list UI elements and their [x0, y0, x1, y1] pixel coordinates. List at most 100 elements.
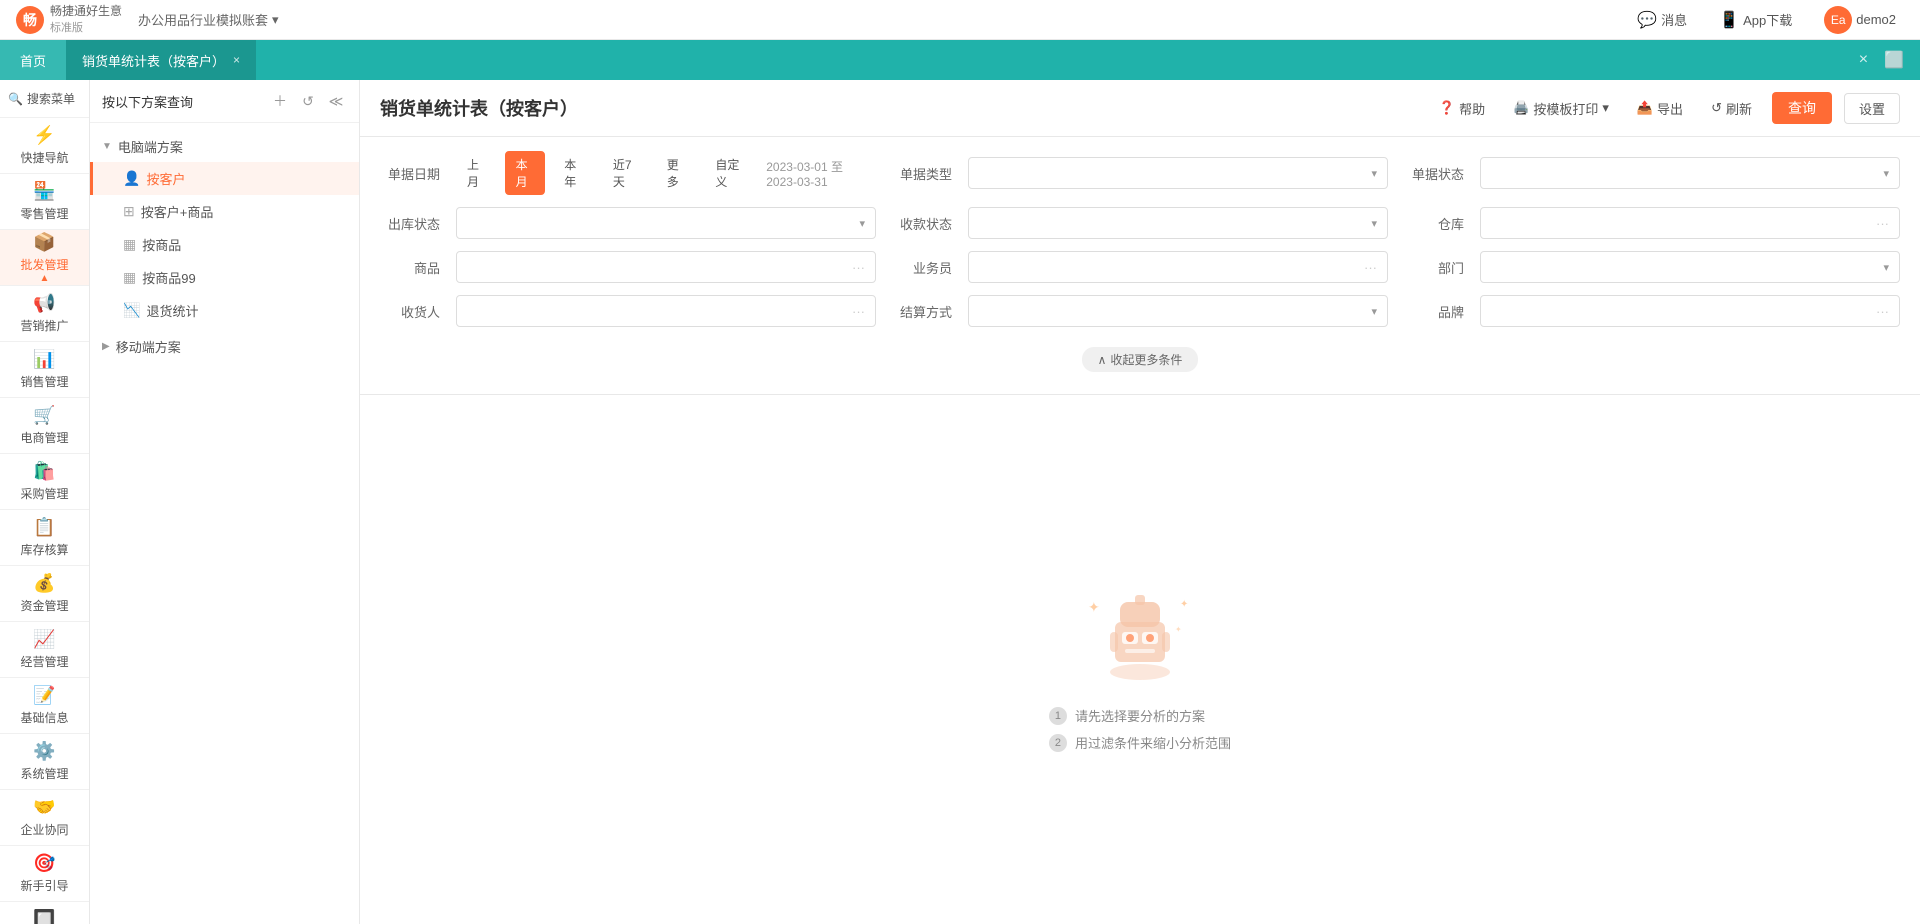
app-selector[interactable]: 办公用品行业模拟账套 ▾: [130, 6, 287, 33]
scheme-refresh-btn[interactable]: ↺: [297, 90, 319, 112]
tree-group-desktop-header[interactable]: ▼ 电脑端方案: [90, 131, 359, 162]
purchase-icon: 🛍️: [33, 461, 55, 482]
tab-home[interactable]: 首页: [0, 40, 66, 80]
app-download-btn[interactable]: 📱 App下载: [1711, 6, 1800, 34]
out-status-dropdown[interactable]: ▾: [456, 207, 876, 239]
tab-bar-actions: × ⬜: [1855, 46, 1920, 74]
tip-num-2: 2: [1049, 734, 1067, 752]
salesperson-input[interactable]: ···: [968, 251, 1388, 283]
template-print-btn[interactable]: 🖨️ 按模板打印 ▾: [1505, 95, 1617, 122]
doc-status-control: ▾: [1480, 157, 1900, 189]
sidebar-item-basic[interactable]: 📝 基础信息: [0, 678, 89, 734]
scheme-add-btn[interactable]: ＋: [269, 90, 291, 112]
date-more-btn[interactable]: 更多: [656, 151, 697, 195]
message-btn[interactable]: 💬 消息: [1629, 6, 1695, 34]
sidebar-item-retail[interactable]: 🏪 零售管理: [0, 174, 89, 230]
filter-row-1: 单据日期 上月 本月 本年 近7天 更多 自定义 2023-03-01 至 20…: [380, 151, 1900, 195]
tree-item-by-customer-product[interactable]: ⊞ 按客户+商品: [90, 195, 359, 228]
refresh-btn[interactable]: ↺ 刷新: [1703, 95, 1760, 122]
tree-item-by-customer[interactable]: 👤 按客户: [90, 162, 359, 195]
department-dropdown[interactable]: ▾: [1480, 251, 1900, 283]
doc-type-arrow-icon: ▾: [1371, 167, 1377, 180]
product-dots-icon: ···: [852, 260, 865, 275]
content-area: 按以下方案查询 ＋ ↺ ≪ ▼ 电脑端方案: [90, 80, 1920, 924]
page-title: 销货单统计表（按客户）: [380, 95, 578, 121]
apps-icon: 🔲: [33, 909, 55, 924]
message-icon: 💬: [1637, 10, 1657, 30]
brand-label: 品牌: [1404, 302, 1464, 321]
sidebar-item-enterprise[interactable]: 🤝 企业协同: [0, 790, 89, 846]
brand-dots-icon: ···: [1876, 304, 1889, 319]
tab-maximize-btn[interactable]: ⬜: [1880, 46, 1908, 74]
date-custom-btn[interactable]: 自定义: [704, 151, 754, 195]
desktop-group-label: 电脑端方案: [118, 137, 183, 156]
tab-active[interactable]: 销货单统计表（按客户） ×: [66, 40, 256, 80]
date-last-month-btn[interactable]: 上月: [456, 151, 497, 195]
sidebar-search[interactable]: 🔍 搜索菜单: [0, 80, 89, 118]
sidebar-item-inventory[interactable]: 📋 库存核算: [0, 510, 89, 566]
sidebar-item-finance[interactable]: 💰 资金管理: [0, 566, 89, 622]
sidebar-item-wholesale[interactable]: 📦 批发管理 ▲: [0, 230, 89, 286]
consignee-dots-icon: ···: [852, 304, 865, 319]
product99-icon: ▦: [123, 269, 136, 286]
customer-product-icon: ⊞: [123, 203, 135, 220]
newbie-icon: 🎯: [33, 853, 55, 874]
avatar: Ea: [1824, 6, 1852, 34]
settlement-control: ▾: [968, 295, 1388, 327]
tree-item-by-product[interactable]: ▦ 按商品: [90, 228, 359, 261]
mobile-toggle-icon: ▶: [102, 341, 110, 352]
sidebar-item-operations[interactable]: 📈 经营管理: [0, 622, 89, 678]
brand-input[interactable]: ···: [1480, 295, 1900, 327]
collapse-up-icon: ∧: [1098, 353, 1107, 367]
empty-tips: 1 请先选择要分析的方案 2 用过滤条件来缩小分析范围: [1049, 706, 1231, 752]
user-menu-btn[interactable]: Ea demo2: [1816, 2, 1904, 38]
consignee-input[interactable]: ···: [456, 295, 876, 327]
date-7days-btn[interactable]: 近7天: [602, 151, 648, 195]
tree-item-by-product99[interactable]: ▦ 按商品99: [90, 261, 359, 294]
empty-tip-1: 1 请先选择要分析的方案: [1049, 706, 1231, 725]
settings-btn[interactable]: 设置: [1844, 93, 1900, 124]
sidebar-item-quicknav[interactable]: ⚡ 快捷导航: [0, 118, 89, 174]
sidebar-item-system[interactable]: ⚙️ 系统管理: [0, 734, 89, 790]
top-header: 畅 畅捷通好生意 标准版 办公用品行业模拟账套 ▾ 💬 消息 📱 App下载 E…: [0, 0, 1920, 40]
sidebar-item-sales[interactable]: 📊 销售管理: [0, 342, 89, 398]
tab-close-btn[interactable]: ×: [233, 53, 240, 67]
date-filter: 上月 本月 本年 近7天 更多 自定义 2023-03-01 至 2023-03…: [456, 151, 876, 195]
query-btn[interactable]: 查询: [1772, 92, 1832, 124]
sales-icon: 📊: [33, 349, 55, 370]
sidebar-item-ecommerce[interactable]: 🛒 电商管理: [0, 398, 89, 454]
scheme-panel-header: 按以下方案查询 ＋ ↺ ≪: [90, 80, 359, 123]
page-header: 销货单统计表（按客户） ❓ 帮助 🖨️ 按模板打印 ▾ 📤 导出: [360, 80, 1920, 137]
doc-type-dropdown[interactable]: ▾: [968, 157, 1388, 189]
basic-icon: 📝: [33, 685, 55, 706]
tree-item-return-stats[interactable]: 📉 退货统计: [90, 294, 359, 327]
collapse-icon: ≪: [329, 93, 344, 110]
salesperson-dots-icon: ···: [1364, 260, 1377, 275]
date-label: 单据日期: [380, 164, 440, 183]
scheme-collapse-btn[interactable]: ≪: [325, 90, 347, 112]
salesperson-label: 业务员: [892, 258, 952, 277]
out-status-label: 出库状态: [380, 214, 440, 233]
sidebar-item-newbie[interactable]: 🎯 新手引导: [0, 846, 89, 902]
tip-num-1: 1: [1049, 707, 1067, 725]
collapse-btn[interactable]: ∧ 收起更多条件: [1082, 347, 1199, 372]
product-control: ···: [456, 251, 876, 283]
system-icon: ⚙️: [33, 741, 55, 762]
doc-status-arrow-icon: ▾: [1883, 167, 1889, 180]
settlement-dropdown[interactable]: ▾: [968, 295, 1388, 327]
sidebar-item-marketing[interactable]: 📢 营销推广: [0, 286, 89, 342]
tab-minimize-btn[interactable]: ×: [1855, 47, 1872, 73]
sidebar-item-apps[interactable]: 🔲 应用中心: [0, 902, 89, 924]
date-this-year-btn[interactable]: 本年: [553, 151, 594, 195]
doc-status-dropdown[interactable]: ▾: [1480, 157, 1900, 189]
enterprise-icon: 🤝: [33, 797, 55, 818]
warehouse-input[interactable]: ···: [1480, 207, 1900, 239]
tree-group-mobile-header[interactable]: ▶ 移动端方案: [90, 331, 359, 362]
sidebar-item-purchase[interactable]: 🛍️ 采购管理: [0, 454, 89, 510]
help-btn[interactable]: ❓ 帮助: [1431, 95, 1493, 122]
date-this-month-btn[interactable]: 本月: [505, 151, 546, 195]
export-btn[interactable]: 📤 导出: [1629, 95, 1691, 122]
warehouse-control: ···: [1480, 207, 1900, 239]
product-input[interactable]: ···: [456, 251, 876, 283]
receipt-status-dropdown[interactable]: ▾: [968, 207, 1388, 239]
